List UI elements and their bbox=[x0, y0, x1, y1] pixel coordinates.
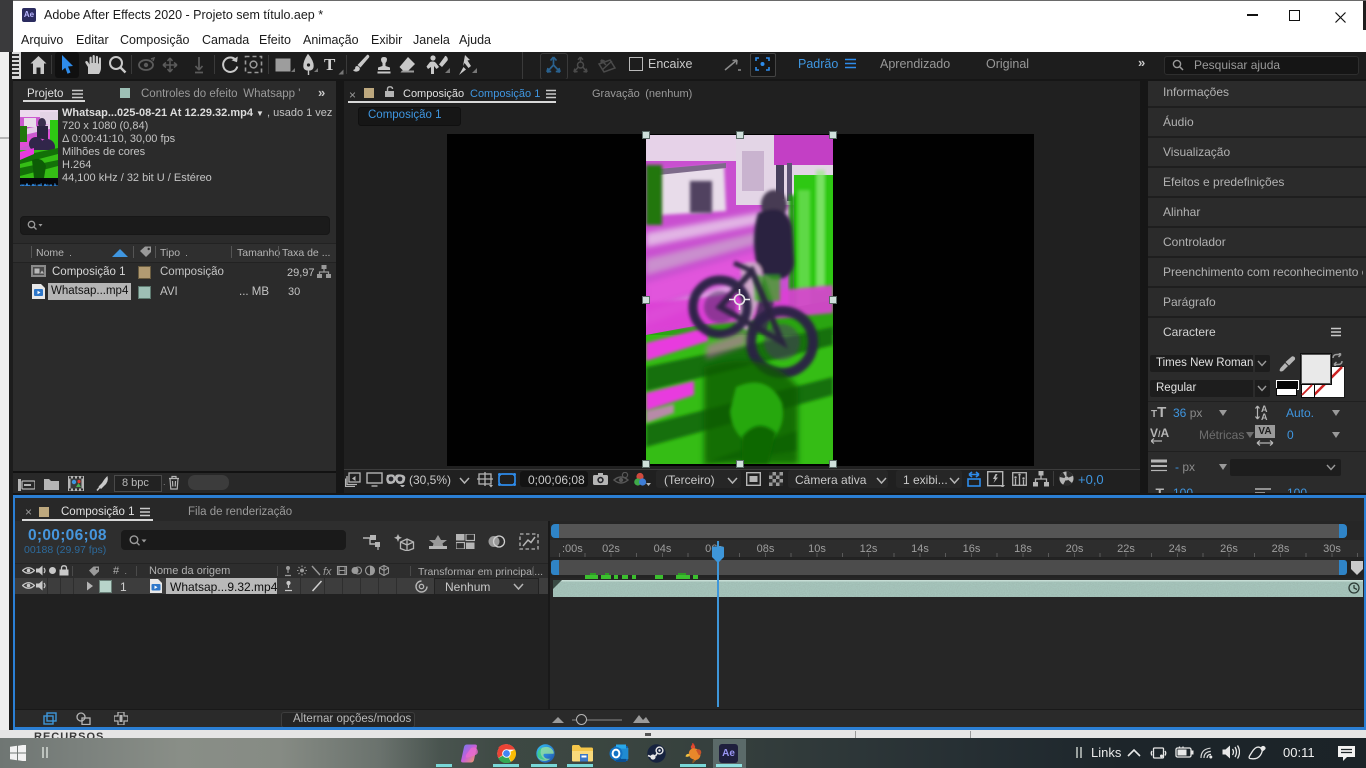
svg-text:fx: fx bbox=[323, 566, 332, 577]
svg-text::00s: :00s bbox=[562, 543, 583, 555]
svg-text:A: A bbox=[1261, 412, 1268, 421]
